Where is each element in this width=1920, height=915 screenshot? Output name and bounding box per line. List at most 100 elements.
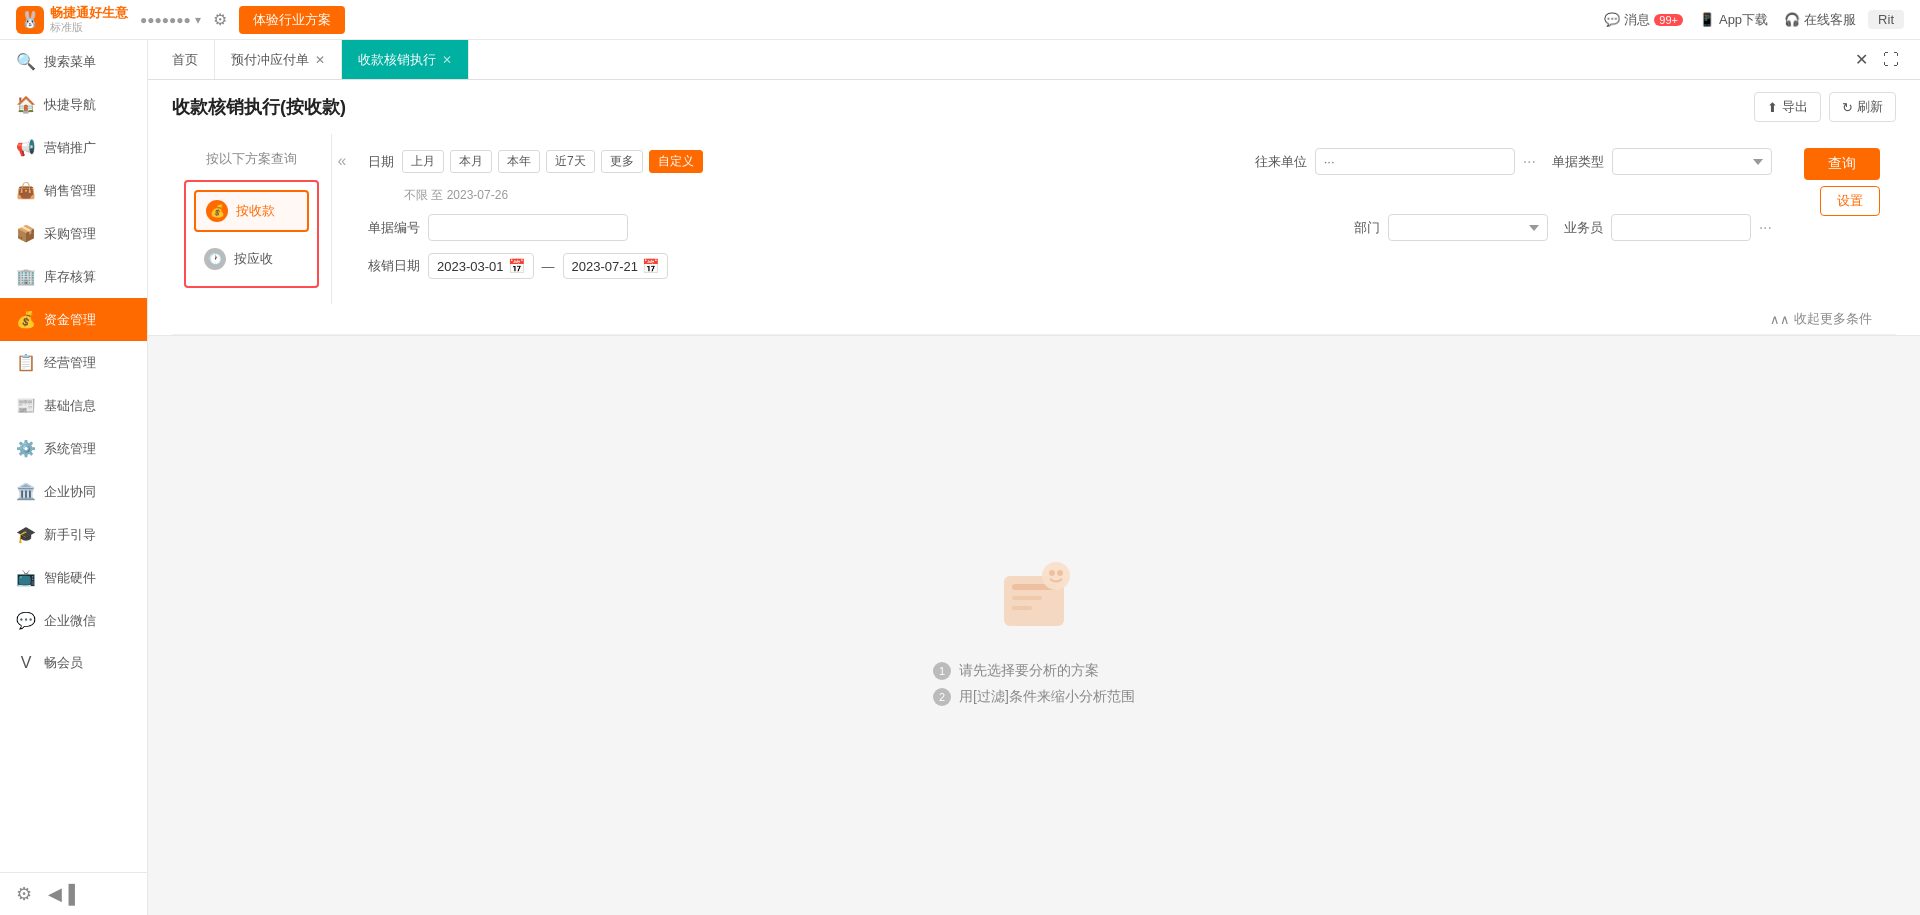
date-this-year-btn[interactable]: 本年: [498, 150, 540, 173]
tabs-bar: 首页 预付冲应付单 ✕ 收款核销执行 ✕ ✕ ⛶: [148, 40, 1920, 80]
sidebar-item-enterprise[interactable]: 🏛️ 企业协同: [0, 470, 147, 513]
sidebar-item-finance[interactable]: 💰 资金管理: [0, 298, 147, 341]
sidebar-item-inventory[interactable]: 🏢 库存核算: [0, 255, 147, 298]
page-actions: ⬆ 导出 ↻ 刷新: [1754, 92, 1896, 122]
staff-label: 业务员: [1564, 219, 1603, 237]
sidebar-item-vip[interactable]: V 畅会员: [0, 642, 147, 684]
filter-options-box: 💰 按收款 🕐 按应收: [184, 180, 319, 288]
tab-expand-icon[interactable]: ⛶: [1878, 47, 1904, 73]
sidebar-item-quick-nav[interactable]: 🏠 快捷导航: [0, 83, 147, 126]
sidebar-item-label-guide: 新手引导: [44, 526, 96, 544]
query-btn[interactable]: 查询: [1804, 148, 1880, 180]
tab-prepay-close-icon[interactable]: ✕: [315, 54, 325, 66]
company-selector[interactable]: ●●●●●●● ▾: [140, 13, 201, 27]
verify-date-start-picker[interactable]: 2023-03-01 📅: [428, 253, 534, 279]
marketing-icon: 📢: [16, 138, 36, 157]
empty-state: 1 请先选择要分析的方案 2 用[过滤]条件来缩小分析范围: [148, 336, 1920, 915]
dropdown-icon: ▾: [195, 13, 201, 27]
doc-no-input[interactable]: [428, 214, 628, 241]
finance-icon: 💰: [16, 310, 36, 329]
empty-tip-1: 1 请先选择要分析的方案: [933, 662, 1135, 680]
sidebar-collapse-icon[interactable]: ◀▐: [48, 883, 75, 905]
doc-type-field: 单据类型: [1552, 148, 1772, 175]
export-btn[interactable]: ⬆ 导出: [1754, 92, 1821, 122]
tab-prepay-offset[interactable]: 预付冲应付单 ✕: [215, 40, 342, 79]
date-custom-btn[interactable]: 自定义: [649, 150, 703, 173]
sidebar-item-basic-info[interactable]: 📰 基础信息: [0, 384, 147, 427]
staff-field: 业务员 ···: [1564, 214, 1772, 241]
sidebar-item-label-sales: 销售管理: [44, 182, 96, 200]
solution-btn[interactable]: 体验行业方案: [239, 6, 345, 34]
refresh-btn[interactable]: ↻ 刷新: [1829, 92, 1896, 122]
counterpart-input[interactable]: [1315, 148, 1515, 175]
doc-type-select[interactable]: [1612, 148, 1772, 175]
date-last-7days-btn[interactable]: 近7天: [546, 150, 595, 173]
logo-icon: 🐰: [16, 6, 44, 34]
counterpart-label: 往来单位: [1255, 153, 1307, 171]
filter-form: 日期 上月 本月 本年 近7天 更多 自定义: [352, 134, 1788, 304]
sidebar-item-label-finance: 资金管理: [44, 311, 96, 329]
sidebar-item-search[interactable]: 🔍 搜索菜单: [0, 40, 147, 83]
sidebar-item-purchase[interactable]: 📦 采购管理: [0, 212, 147, 255]
phone-icon: 📱: [1699, 12, 1715, 27]
sidebar-item-guide[interactable]: 🎓 新手引导: [0, 513, 147, 556]
sidebar-gear-icon[interactable]: ⚙: [16, 883, 32, 905]
staff-dots[interactable]: ···: [1759, 219, 1772, 237]
sidebar-item-sales[interactable]: 👜 销售管理: [0, 169, 147, 212]
sidebar-item-label-vip: 畅会员: [44, 654, 83, 672]
verify-date-end-picker[interactable]: 2023-07-21 📅: [563, 253, 669, 279]
sidebar-item-label-smart-hw: 智能硬件: [44, 569, 96, 587]
sidebar-item-wechat-biz[interactable]: 💬 企业微信: [0, 599, 147, 642]
tab-close-all-icon[interactable]: ✕: [1848, 47, 1874, 73]
svg-point-6: [1057, 570, 1063, 576]
sidebar-item-label-inventory: 库存核算: [44, 268, 96, 286]
date-more-btn[interactable]: 更多: [601, 150, 643, 173]
smart-hw-icon: 📺: [16, 568, 36, 587]
sidebar-item-label-operations: 经营管理: [44, 354, 96, 372]
tab-home[interactable]: 首页: [156, 40, 215, 79]
collapse-more-btn[interactable]: ∧∧ 收起更多条件: [1770, 310, 1872, 328]
tip-num-2: 2: [933, 688, 951, 706]
enterprise-icon: 🏛️: [16, 482, 36, 501]
svg-rect-2: [1012, 596, 1042, 600]
operations-icon: 📋: [16, 353, 36, 372]
tab-receipt-offset[interactable]: 收款核销执行 ✕: [342, 40, 469, 79]
content-area: 首页 预付冲应付单 ✕ 收款核销执行 ✕ ✕ ⛶ 收款核销执行(按收款) ⬆: [148, 40, 1920, 915]
filter-settings-btn[interactable]: 设置: [1820, 186, 1880, 216]
verify-date-field: 核销日期 2023-03-01 📅 — 2023-07-21 📅: [368, 253, 668, 279]
dept-select[interactable]: [1388, 214, 1548, 241]
svg-point-5: [1049, 570, 1055, 576]
date-range-note: 不限 至 2023-07-26: [404, 188, 508, 202]
filter-inner: 按以下方案查询 💰 按收款 🕐 按应收: [172, 134, 1896, 304]
export-icon: ⬆: [1767, 100, 1778, 115]
online-service-btn[interactable]: 🎧 在线客服: [1784, 11, 1856, 29]
inventory-icon: 🏢: [16, 267, 36, 286]
sidebar-item-system[interactable]: ⚙️ 系统管理: [0, 427, 147, 470]
tab-receipt-close-icon[interactable]: ✕: [442, 54, 452, 66]
sidebar-item-marketing[interactable]: 📢 营销推广: [0, 126, 147, 169]
filter-row-2: 单据编号 部门 业务员: [368, 214, 1772, 241]
message-btn[interactable]: 💬 消息 99+: [1604, 11, 1683, 29]
app-logo: 🐰 畅捷通好生意 标准版: [16, 5, 128, 34]
filter-sidebar: 按以下方案查询 💰 按收款 🕐 按应收: [172, 134, 332, 304]
staff-input[interactable]: [1611, 214, 1751, 241]
counterpart-dots[interactable]: ···: [1523, 153, 1536, 171]
settings-icon[interactable]: ⚙: [213, 10, 227, 29]
doc-type-label: 单据类型: [1552, 153, 1604, 171]
date-this-month-btn[interactable]: 本月: [450, 150, 492, 173]
date-last-month-btn[interactable]: 上月: [402, 150, 444, 173]
sales-icon: 👜: [16, 181, 36, 200]
date-label: 日期: [368, 153, 394, 171]
sidebar-item-operations[interactable]: 📋 经营管理: [0, 341, 147, 384]
sidebar-item-label-wechat-biz: 企业微信: [44, 612, 96, 630]
filter-sidebar-collapse-btn[interactable]: «: [332, 134, 352, 170]
filter-option-receipt[interactable]: 💰 按收款: [194, 190, 309, 232]
app-download-btn[interactable]: 📱 App下载: [1699, 11, 1768, 29]
tip-num-1: 1: [933, 662, 951, 680]
sidebar-item-label-marketing: 营销推广: [44, 139, 96, 157]
sidebar-item-smart-hw[interactable]: 📺 智能硬件: [0, 556, 147, 599]
filter-option-receivable[interactable]: 🕐 按应收: [194, 240, 309, 278]
sidebar-item-label-search: 搜索菜单: [44, 53, 96, 71]
user-avatar[interactable]: Rit: [1868, 10, 1904, 29]
page-header: 收款核销执行(按收款) ⬆ 导出 ↻ 刷新: [148, 80, 1920, 336]
